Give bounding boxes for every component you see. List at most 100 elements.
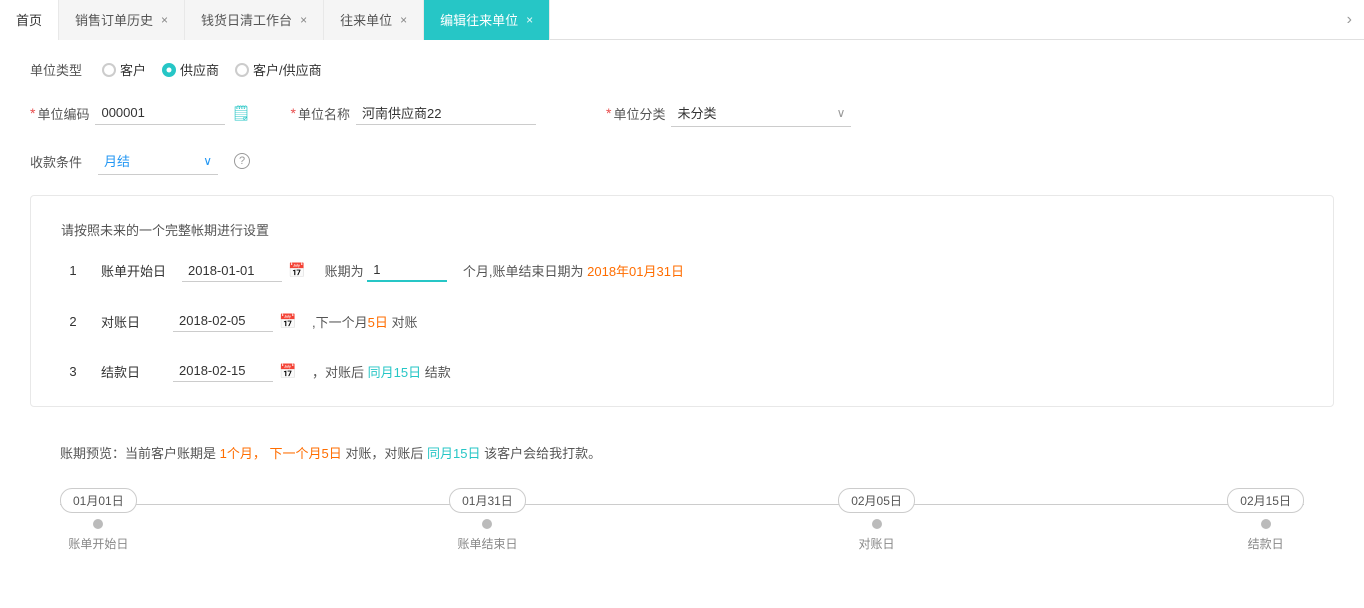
radio-circle-customer (102, 63, 116, 77)
start-date-calendar-icon[interactable]: 📅 (288, 262, 305, 279)
unit-category-value: 未分类 (677, 103, 830, 122)
main-content: 单位类型 客户 供应商 客户/供应商 * 单位编码 🗒 * 单位名称 (0, 40, 1364, 608)
period-months-input[interactable] (367, 259, 447, 282)
panel-row-1: 1 账单开始日 📅 账期为 个月,账单结束日期为 2018年01月31日 (61, 259, 1303, 282)
timeline-label-3: 对账日 (859, 535, 895, 552)
preview-part2: 下一个月5日 (270, 446, 342, 461)
row-num-3: 3 (61, 364, 85, 379)
tab-label-cash-work: 钱货日清工作台 (201, 10, 292, 29)
radio-label-customer-supplier: 客户/供应商 (253, 60, 322, 79)
required-star-code: * (30, 105, 35, 121)
unit-code-file-icon[interactable]: 🗒 (231, 104, 250, 122)
tab-edit-partner[interactable]: 编辑往来单位 × (424, 0, 550, 40)
row-num-1: 1 (61, 263, 85, 278)
tab-close-edit-partner[interactable]: × (526, 13, 533, 27)
unit-info-row: * 单位编码 🗒 * 单位名称 * 单位分类 未分类 ∨ (30, 99, 1334, 127)
unit-type-row: 单位类型 客户 供应商 客户/供应商 (30, 60, 1334, 79)
timeline-item-1: 01月01日 账单开始日 (60, 488, 137, 552)
row-3-suffix: ，对账后 同月15日 结款 (308, 362, 450, 381)
unit-category-select[interactable]: 未分类 ∨ (671, 99, 851, 127)
radio-circle-customer-supplier (235, 63, 249, 77)
panel-title: 请按照未来的一个完整帐期进行设置 (61, 220, 1303, 239)
required-star-name: * (291, 105, 296, 121)
timeline-label-4: 结款日 (1248, 535, 1284, 552)
preview-part5: 该客户会给我打款。 (484, 446, 601, 461)
radio-label-customer: 客户 (120, 60, 146, 79)
payment-help-icon[interactable]: ? (234, 153, 250, 169)
payment-condition-label: 收款条件 (30, 152, 82, 171)
timeline-dot-2 (482, 519, 492, 529)
payment-date-calendar-icon[interactable]: 📅 (279, 363, 296, 380)
timeline-badge-1: 01月01日 (60, 488, 137, 513)
start-date-input[interactable] (182, 260, 282, 282)
radio-customer-supplier[interactable]: 客户/供应商 (235, 60, 322, 79)
row-label-2: 对账日 (101, 312, 157, 331)
tab-cash-work[interactable]: 钱货日清工作台 × (185, 0, 324, 40)
unit-code-label: 单位编码 (37, 104, 89, 123)
tab-close-cash-work[interactable]: × (300, 13, 307, 27)
unit-category-group: * 单位分类 未分类 ∨ (606, 99, 851, 127)
settings-panel: 请按照未来的一个完整帐期进行设置 1 账单开始日 📅 账期为 个月,账单结束日期… (30, 195, 1334, 407)
timeline-label-2: 账单结束日 (457, 535, 517, 552)
preview-part4: 同月15日 (427, 446, 480, 461)
row-num-2: 2 (61, 314, 85, 329)
payment-date-input[interactable] (173, 360, 273, 382)
timeline-dot-4 (1261, 519, 1271, 529)
preview-label: 账期预览：当前客户账期是 (60, 446, 216, 461)
tab-close-partner[interactable]: × (400, 13, 407, 27)
unit-type-label: 单位类型 (30, 60, 82, 79)
timeline-items: 01月01日 账单开始日 01月31日 账单结束日 02月05日 对账日 02月… (60, 488, 1304, 552)
tab-label-edit-partner: 编辑往来单位 (440, 10, 518, 29)
row-2-suffix: ,下一个月5日 对账 (308, 312, 417, 331)
panel-row-3: 3 结款日 📅 ，对账后 同月15日 结款 (61, 360, 1303, 382)
tab-label-partner: 往来单位 (340, 10, 392, 29)
tab-more-button[interactable]: › (1335, 0, 1364, 40)
unit-code-group: * 单位编码 🗒 (30, 101, 251, 125)
timeline-dot-3 (872, 519, 882, 529)
row-1-suffix2: 个月,账单结束日期为 2018年01月31日 (459, 261, 684, 280)
timeline-dot-1 (93, 519, 103, 529)
unit-category-chevron-icon: ∨ (837, 106, 846, 120)
radio-supplier[interactable]: 供应商 (162, 60, 219, 79)
reconcile-date-input[interactable] (173, 310, 273, 332)
tab-label-home: 首页 (16, 10, 42, 29)
payment-condition-value: 月结 (104, 151, 197, 170)
unit-name-group: * 单位名称 (291, 101, 536, 125)
panel-row-2: 2 对账日 📅 ,下一个月5日 对账 (61, 310, 1303, 332)
unit-name-label: 单位名称 (298, 104, 350, 123)
preview-part1: 1个月， (220, 446, 266, 461)
radio-label-supplier: 供应商 (180, 60, 219, 79)
tab-home[interactable]: 首页 (0, 0, 59, 40)
payment-condition-select[interactable]: 月结 ∨ (98, 147, 218, 175)
radio-customer[interactable]: 客户 (102, 60, 146, 79)
preview-section: 账期预览：当前客户账期是 1个月， 下一个月5日 对账，对账后 同月15日 该客… (30, 427, 1334, 478)
payment-day-display: 同月15日 (368, 365, 421, 380)
tab-sales-order-history[interactable]: 销售订单历史 × (59, 0, 185, 40)
payment-condition-row: 收款条件 月结 ∨ ? (30, 147, 1334, 175)
timeline-item-3: 02月05日 对账日 (838, 488, 915, 552)
unit-type-radio-group: 客户 供应商 客户/供应商 (102, 60, 322, 79)
unit-category-label: 单位分类 (613, 104, 665, 123)
end-date-display: 2018年01月31日 (587, 264, 684, 279)
payment-condition-chevron-icon: ∨ (203, 154, 212, 168)
row-label-3: 结款日 (101, 362, 157, 381)
tab-close-sales-order-history[interactable]: × (161, 13, 168, 27)
timeline-badge-3: 02月05日 (838, 488, 915, 513)
tab-bar: 首页 销售订单历史 × 钱货日清工作台 × 往来单位 × 编辑往来单位 × › (0, 0, 1364, 40)
unit-name-input[interactable] (356, 101, 536, 125)
timeline-label-1: 账单开始日 (68, 535, 128, 552)
preview-part3: 对账，对账后 (345, 446, 423, 461)
reconcile-day-display: 5日 (368, 315, 388, 330)
radio-circle-supplier (162, 63, 176, 77)
tab-label-sales-order-history: 销售订单历史 (75, 10, 153, 29)
row-label-1: 账单开始日 (101, 261, 166, 280)
timeline-badge-4: 02月15日 (1227, 488, 1304, 513)
required-star-category: * (606, 105, 611, 121)
timeline-section: 01月01日 账单开始日 01月31日 账单结束日 02月05日 对账日 02月… (30, 478, 1334, 572)
unit-code-input[interactable] (95, 101, 225, 125)
timeline-item-4: 02月15日 结款日 (1227, 488, 1304, 552)
row-1-suffix: 账期为 (317, 261, 367, 280)
tab-partner[interactable]: 往来单位 × (324, 0, 424, 40)
timeline-badge-2: 01月31日 (449, 488, 526, 513)
reconcile-date-calendar-icon[interactable]: 📅 (279, 313, 296, 330)
